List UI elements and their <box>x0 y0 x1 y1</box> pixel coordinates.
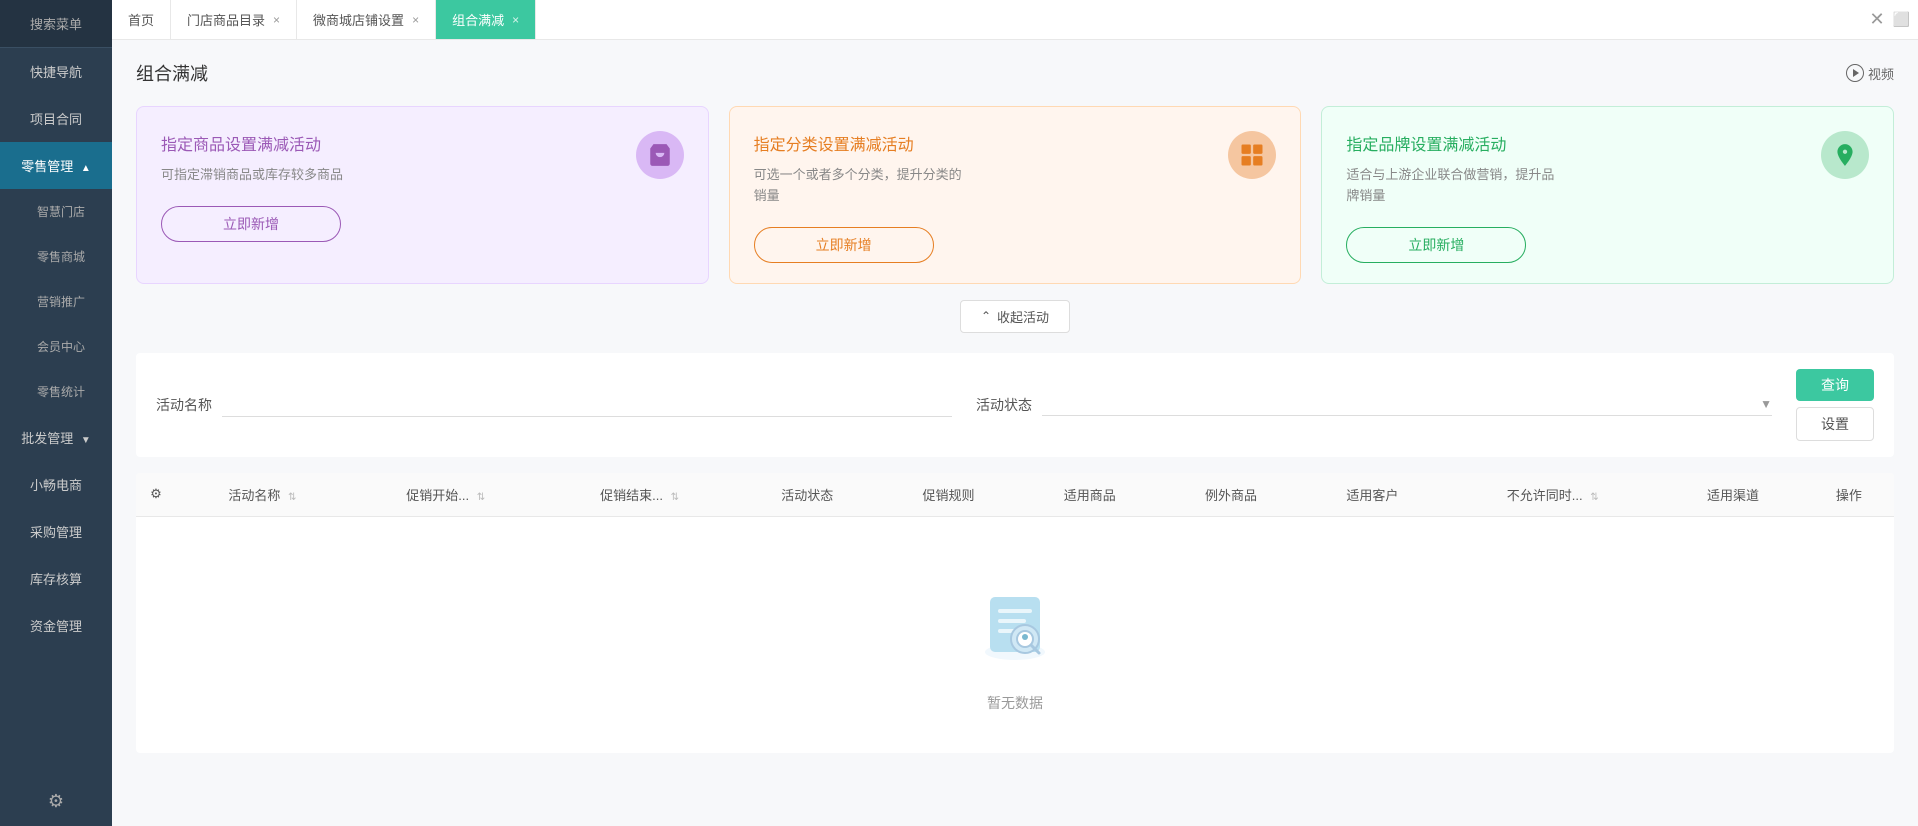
page-title: 组合满减 <box>136 60 208 86</box>
query-button[interactable]: 查询 <box>1796 369 1874 401</box>
sort-end-icon: ⇅ <box>671 492 679 503</box>
data-table: ⚙ 活动名称 ⇅ 促销开始... ⇅ 促销结束... ⇅ <box>136 473 1894 517</box>
th-not-concurrent[interactable]: 不允许同时... ⇅ <box>1443 473 1662 517</box>
window-controls: ✕ ⬜ <box>1861 9 1918 30</box>
sidebar-item-purchase[interactable]: 采购管理 <box>0 508 112 555</box>
content-area: 组合满减 视频 指定商品设置满减活动 可指定滞销商品或库存较多商品 立即新增 <box>112 40 1918 826</box>
category-card-icon <box>1228 131 1276 179</box>
wholesale-arrow: ▼ <box>81 435 91 446</box>
table-header-row: ⚙ 活动名称 ⇅ 促销开始... ⇅ 促销结束... ⇅ <box>136 473 1894 517</box>
page-header: 组合满减 视频 <box>136 60 1894 86</box>
data-table-wrap: ⚙ 活动名称 ⇅ 促销开始... ⇅ 促销结束... ⇅ <box>136 473 1894 753</box>
video-icon <box>1846 64 1864 82</box>
sidebar-search[interactable]: 搜索菜单 <box>0 0 112 48</box>
product-card-title: 指定商品设置满减活动 <box>161 131 684 155</box>
sidebar-item-marketing[interactable]: 营销推广 <box>0 279 112 324</box>
sidebar-item-small-shop[interactable]: 小畅电商 <box>0 461 112 508</box>
retail-management-arrow: ▲ <box>81 163 91 174</box>
sidebar-item-finance[interactable]: 资金管理 <box>0 602 112 649</box>
category-card: 指定分类设置满减活动 可选一个或者多个分类，提升分类的销量 立即新增 <box>729 106 1302 284</box>
th-applicable-goods: 适用商品 <box>1019 473 1160 517</box>
tab-combo-discount[interactable]: 组合满减 × <box>436 0 536 39</box>
filter-actions: 查询 设置 <box>1796 369 1874 441</box>
activity-status-select[interactable]: ▼ <box>1042 393 1772 416</box>
sidebar-item-smart-store[interactable]: 智慧门店 <box>0 189 112 234</box>
sidebar: 搜索菜单 快捷导航 项目合同 零售管理 ▲ 智慧门店 零售商城 营销推广 会员中… <box>0 0 112 826</box>
category-card-btn[interactable]: 立即新增 <box>754 227 934 263</box>
th-status: 活动状态 <box>737 473 878 517</box>
collapse-up-icon: ⌃ <box>981 309 991 323</box>
sidebar-item-retail-stats[interactable]: 零售统计 <box>0 369 112 414</box>
th-settings[interactable]: ⚙ <box>136 473 176 517</box>
empty-state: 暂无数据 <box>136 517 1894 753</box>
video-link[interactable]: 视频 <box>1846 64 1894 83</box>
chevron-down-icon: ▼ <box>1760 397 1772 411</box>
activity-name-input[interactable] <box>222 392 952 417</box>
brand-card-btn[interactable]: 立即新增 <box>1346 227 1526 263</box>
th-rule: 促销规则 <box>878 473 1019 517</box>
activity-status-label: 活动状态 <box>976 395 1032 415</box>
brand-card-title: 指定品牌设置满减活动 <box>1346 131 1869 155</box>
empty-text: 暂无数据 <box>987 693 1043 713</box>
th-operation: 操作 <box>1804 473 1894 517</box>
sidebar-item-members[interactable]: 会员中心 <box>0 324 112 369</box>
gear-icon: ⚙ <box>48 791 64 811</box>
collapse-activities-button[interactable]: ⌃ 收起活动 <box>960 300 1070 333</box>
th-applicable-customer: 适用客户 <box>1302 473 1443 517</box>
sidebar-settings-button[interactable]: ⚙ <box>0 777 112 826</box>
sort-concurrent-icon: ⇅ <box>1590 492 1598 503</box>
product-card-icon <box>636 131 684 179</box>
close-tab-store-catalog[interactable]: × <box>273 13 280 27</box>
activity-name-label: 活动名称 <box>156 395 212 415</box>
sidebar-item-retail-mall[interactable]: 零售商城 <box>0 234 112 279</box>
th-excluded-goods: 例外商品 <box>1160 473 1301 517</box>
product-card-desc: 可指定滞销商品或库存较多商品 <box>161 165 381 186</box>
product-card-btn[interactable]: 立即新增 <box>161 206 341 242</box>
window-maximize-button[interactable]: ⬜ <box>1893 11 1910 28</box>
tab-home[interactable]: 首页 <box>112 0 171 39</box>
brand-card: 指定品牌设置满减活动 适合与上游企业联合做营销，提升品牌销量 立即新增 <box>1321 106 1894 284</box>
filter-activity-status: 活动状态 ▼ <box>976 393 1772 416</box>
category-card-desc: 可选一个或者多个分类，提升分类的销量 <box>754 165 974 207</box>
tab-bar: 首页 门店商品目录 × 微商城店铺设置 × 组合满减 × ✕ ⬜ <box>112 0 1918 40</box>
setting-button[interactable]: 设置 <box>1796 407 1874 441</box>
sidebar-item-quick-nav[interactable]: 快捷导航 <box>0 48 112 95</box>
sidebar-item-project-contract[interactable]: 项目合同 <box>0 95 112 142</box>
sort-start-icon: ⇅ <box>477 492 485 503</box>
th-name[interactable]: 活动名称 ⇅ <box>176 473 349 517</box>
empty-illustration <box>965 577 1065 677</box>
filter-row: 活动名称 活动状态 ▼ 查询 设置 <box>136 353 1894 457</box>
collapse-bar: ⌃ 收起活动 <box>136 300 1894 333</box>
tab-wechat-store[interactable]: 微商城店铺设置 × <box>297 0 436 39</box>
window-close-button[interactable]: ✕ <box>1869 9 1884 30</box>
sort-name-icon: ⇅ <box>288 492 296 503</box>
settings-icon: ⚙ <box>150 486 162 501</box>
sidebar-item-wholesale[interactable]: 批发管理 ▼ <box>0 414 112 461</box>
close-tab-combo-discount[interactable]: × <box>512 13 519 27</box>
filter-activity-name: 活动名称 <box>156 392 952 417</box>
th-end[interactable]: 促销结束... ⇅ <box>543 473 737 517</box>
sidebar-item-retail-management[interactable]: 零售管理 ▲ <box>0 142 112 189</box>
th-start[interactable]: 促销开始... ⇅ <box>349 473 543 517</box>
category-card-title: 指定分类设置满减活动 <box>754 131 1277 155</box>
main-area: 首页 门店商品目录 × 微商城店铺设置 × 组合满减 × ✕ ⬜ 组合满减 视频 <box>112 0 1918 826</box>
cards-row: 指定商品设置满减活动 可指定滞销商品或库存较多商品 立即新增 指定分类设置满减活… <box>136 106 1894 284</box>
product-card: 指定商品设置满减活动 可指定滞销商品或库存较多商品 立即新增 <box>136 106 709 284</box>
close-tab-wechat-store[interactable]: × <box>412 13 419 27</box>
th-applicable-channel: 适用渠道 <box>1662 473 1803 517</box>
sidebar-item-inventory[interactable]: 库存核算 <box>0 555 112 602</box>
brand-card-icon <box>1821 131 1869 179</box>
tab-store-catalog[interactable]: 门店商品目录 × <box>171 0 297 39</box>
brand-card-desc: 适合与上游企业联合做营销，提升品牌销量 <box>1346 165 1566 207</box>
